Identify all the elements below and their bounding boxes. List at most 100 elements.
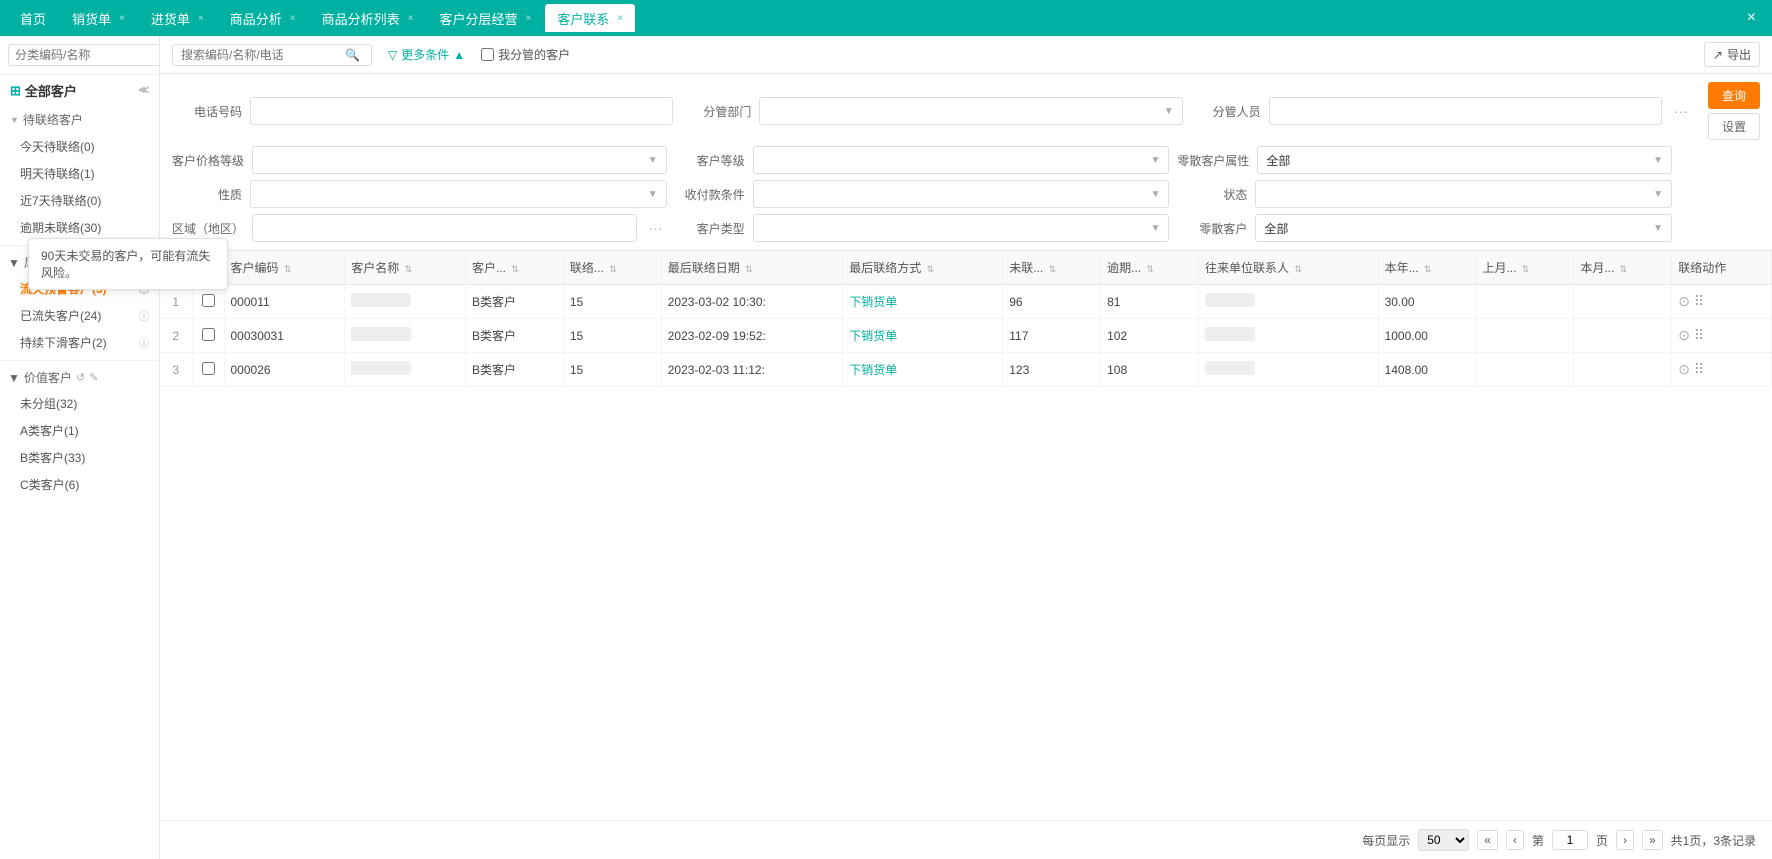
filter-search-icon[interactable]: 🔍 [345, 48, 360, 62]
row-actions: ⊙ ⠿ [1672, 353, 1772, 387]
first-page-button[interactable]: « [1477, 830, 1498, 850]
action-link-icon[interactable]: ⊙ [1678, 293, 1690, 310]
last-page-button[interactable]: » [1642, 830, 1663, 850]
th-name[interactable]: 客户名称 ⇅ [345, 251, 466, 285]
sort-icon: ⇅ [1049, 264, 1057, 274]
th-last-contact-date[interactable]: 最后联络日期 ⇅ [661, 251, 843, 285]
filter-price-select[interactable]: ▼ [252, 146, 667, 174]
row-select-checkbox[interactable] [202, 328, 215, 341]
table-header-row: ⚙ 客户编码 ⇅ 客户名称 ⇅ 客户... ⇅ [160, 251, 1772, 285]
row-last-method[interactable]: 下销货单 [843, 353, 1003, 387]
action-more-icon[interactable]: ⠿ [1694, 293, 1704, 310]
filter-nature-select[interactable]: ▼ [250, 180, 667, 208]
row-checkbox[interactable] [192, 319, 224, 353]
th-contact-person[interactable]: 往来单位联系人 ⇅ [1198, 251, 1378, 285]
close-icon[interactable]: × [525, 13, 531, 24]
filter-phone-input[interactable] [250, 97, 673, 125]
page-number-input[interactable] [1552, 830, 1588, 850]
sidebar-group-pending[interactable]: ▼ 待联络客户 [0, 106, 159, 133]
th-this-year[interactable]: 本年... ⇅ [1378, 251, 1476, 285]
sidebar-item-tomorrow[interactable]: 明天待联络(1) [0, 160, 159, 187]
sidebar-item-today[interactable]: 今天待联络(0) [0, 133, 159, 160]
th-contact[interactable]: 联络... ⇅ [563, 251, 661, 285]
close-icon[interactable]: × [198, 13, 204, 24]
sidebar-item-declining[interactable]: 持续下滑客户(2) ⓘ [0, 329, 159, 356]
th-uncontacted[interactable]: 未联... ⇅ [1003, 251, 1101, 285]
th-type[interactable]: 客户... ⇅ [466, 251, 564, 285]
close-icon[interactable]: × [617, 13, 623, 24]
sidebar-search-input[interactable] [8, 44, 160, 66]
filter-status-select[interactable]: ▼ [1255, 180, 1672, 208]
filter-more-btn[interactable]: ▽ 更多条件 ▲ [380, 43, 473, 66]
sort-icon: ⇅ [1294, 264, 1302, 274]
sidebar-item-7days[interactable]: 近7天待联络(0) [0, 187, 159, 214]
info-icon: ⓘ [139, 335, 149, 350]
filter-retail-select[interactable]: 全部 ▼ [1255, 214, 1672, 242]
close-icon[interactable]: × [290, 13, 296, 24]
th-code[interactable]: 客户编码 ⇅ [224, 251, 345, 285]
my-customers-check[interactable] [481, 48, 494, 61]
row-select-checkbox[interactable] [202, 294, 215, 307]
filter-search-input[interactable] [181, 48, 341, 62]
filter-region-dots[interactable]: ··· [645, 220, 667, 236]
th-last-contact-method[interactable]: 最后联络方式 ⇅ [843, 251, 1003, 285]
row-this-month [1574, 319, 1672, 353]
action-link-icon[interactable]: ⊙ [1678, 361, 1690, 378]
window-close-icon[interactable]: × [1739, 5, 1764, 30]
row-type: B类客户 [466, 285, 564, 319]
row-last-method[interactable]: 下销货单 [843, 319, 1003, 353]
chevron-down-icon: ▼ [1150, 189, 1160, 200]
row-checkbox[interactable] [192, 353, 224, 387]
page-size-select[interactable]: 50 100 200 [1418, 829, 1469, 851]
nav-home[interactable]: 首页 [8, 4, 58, 32]
filter-type-select[interactable]: ▼ [753, 214, 1170, 242]
nav-sales[interactable]: 销货单 × [60, 4, 137, 32]
sort-icon: ⇅ [609, 264, 617, 274]
arrow-right-icon: ▼ [8, 371, 20, 385]
my-customers-checkbox[interactable]: 我分管的客户 [481, 46, 570, 63]
filter-more-dots[interactable]: ··· [1670, 103, 1692, 119]
th-last-month[interactable]: 上月... ⇅ [1476, 251, 1574, 285]
filter-dept-select[interactable]: ▼ [759, 97, 1182, 125]
nav-customer-contact[interactable]: 客户联系 × [545, 4, 635, 32]
nav-purchase[interactable]: 进货单 × [139, 4, 216, 32]
filter-type-label: 客户类型 [675, 220, 745, 237]
th-this-month[interactable]: 本月... ⇅ [1574, 251, 1672, 285]
top-nav: 首页 销货单 × 进货单 × 商品分析 × 商品分析列表 × 客户分层经营 × … [0, 0, 1772, 36]
filter-region-input[interactable] [252, 214, 637, 242]
filter-search-box: 🔍 [172, 44, 372, 66]
sidebar-item-b-class[interactable]: B类客户(33) [0, 444, 159, 471]
row-select-checkbox[interactable] [202, 362, 215, 375]
filter-retail-attr-select[interactable]: 全部 ▼ [1257, 146, 1672, 174]
edit-icon[interactable]: ✎ [89, 371, 98, 384]
action-more-icon[interactable]: ⠿ [1694, 327, 1704, 344]
chevron-down-icon: ▼ [1653, 189, 1663, 200]
filter-payment-select[interactable]: ▼ [753, 180, 1170, 208]
row-last-method[interactable]: 下销货单 [843, 285, 1003, 319]
sidebar-all-customers[interactable]: ⊞ 全部客户 ≪ [0, 75, 159, 106]
filter-manager-select[interactable] [1269, 97, 1662, 125]
sidebar-item-ungrouped[interactable]: 未分组(32) [0, 390, 159, 417]
close-icon[interactable]: × [408, 13, 414, 24]
sidebar-item-c-class[interactable]: C类客户(6) [0, 471, 159, 498]
th-overdue[interactable]: 逾期... ⇅ [1101, 251, 1199, 285]
nav-product-list[interactable]: 商品分析列表 × [310, 4, 426, 32]
prev-page-button[interactable]: ‹ [1506, 830, 1524, 850]
sidebar-item-overdue[interactable]: 逾期未联络(30) [0, 214, 159, 241]
action-more-icon[interactable]: ⠿ [1694, 361, 1704, 378]
settings-button[interactable]: 设置 [1708, 113, 1760, 140]
sidebar-item-a-class[interactable]: A类客户(1) [0, 417, 159, 444]
action-link-icon[interactable]: ⊙ [1678, 327, 1690, 344]
nav-product-analysis[interactable]: 商品分析 × [218, 4, 308, 32]
export-button[interactable]: ↗ 导出 [1704, 42, 1760, 67]
filter-level-select[interactable]: ▼ [753, 146, 1170, 174]
chevron-down-icon: ▼ [1653, 155, 1663, 166]
nav-customer-tier[interactable]: 客户分层经营 × [427, 4, 543, 32]
filter-manager-label: 分管人员 [1191, 103, 1261, 120]
close-icon[interactable]: × [119, 13, 125, 24]
query-button[interactable]: 查询 [1708, 82, 1760, 109]
filter-retail: 零散客户 全部 ▼ [1177, 214, 1672, 242]
refresh-icon[interactable]: ↺ [76, 371, 85, 384]
sidebar-item-churned[interactable]: 已流失客户(24) ⓘ [0, 302, 159, 329]
next-page-button[interactable]: › [1616, 830, 1634, 850]
